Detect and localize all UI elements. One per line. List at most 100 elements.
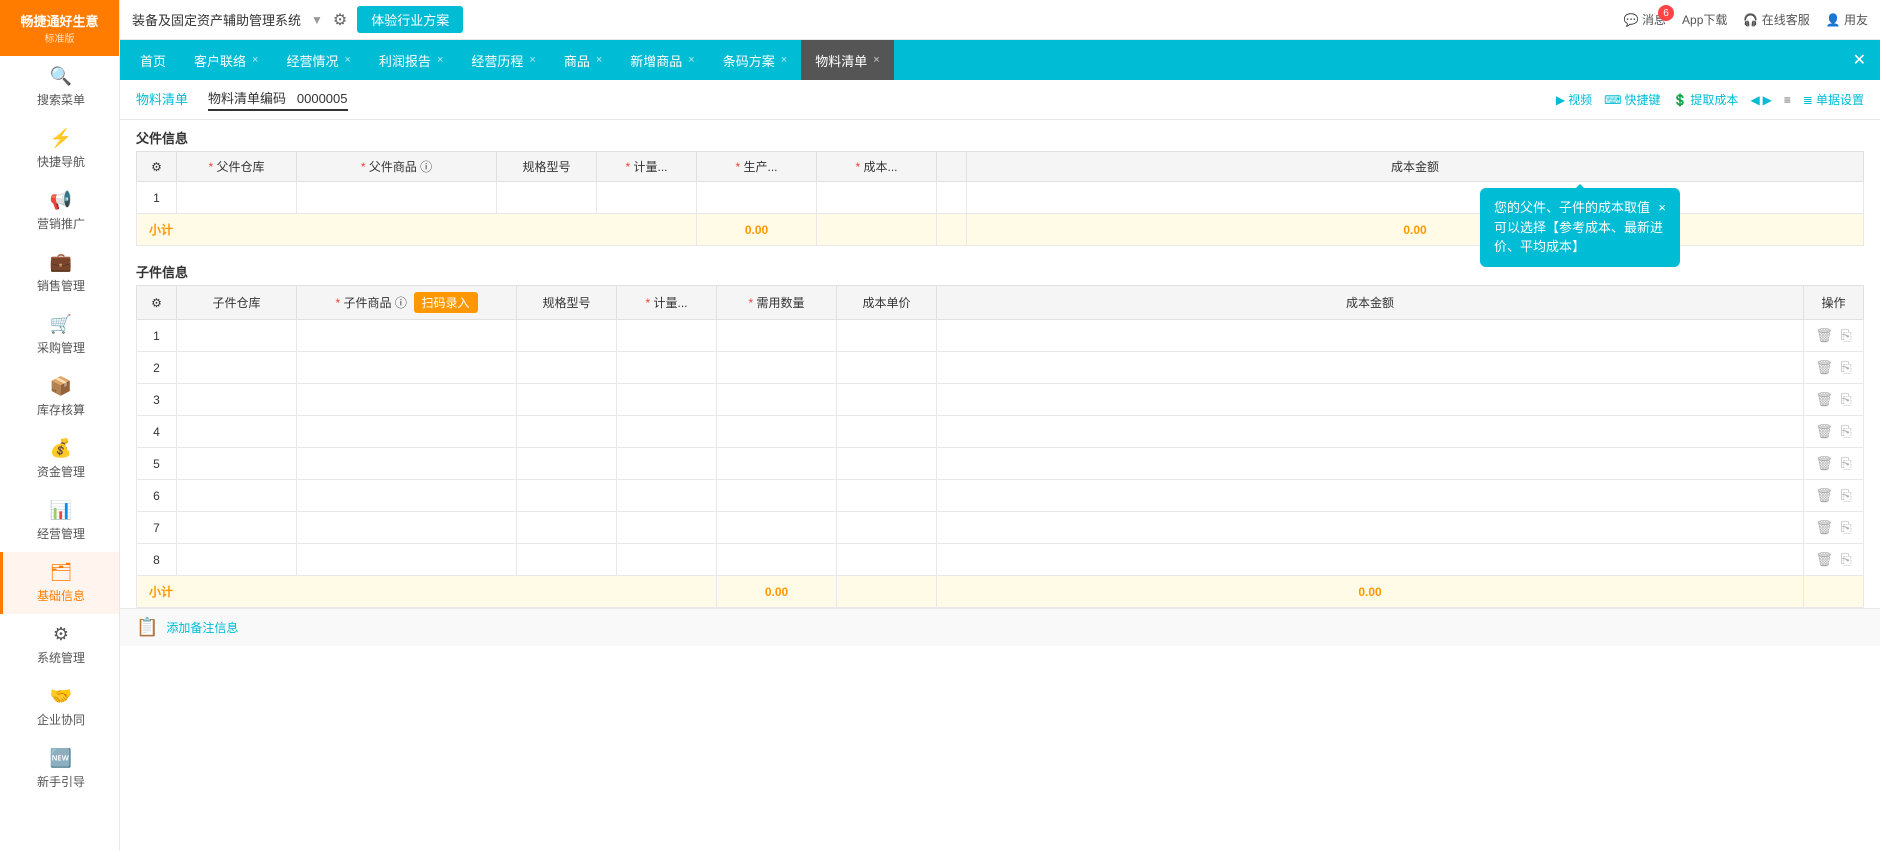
- sidebar-item-sales[interactable]: 💼 销售管理: [0, 242, 119, 304]
- child-row-2-spec[interactable]: [517, 352, 617, 384]
- child-row-3-needed[interactable]: [717, 384, 837, 416]
- child-row-8-needed[interactable]: [717, 544, 837, 576]
- child-row-7-spec[interactable]: [517, 512, 617, 544]
- child-row-7-product[interactable]: [297, 512, 517, 544]
- sidebar-item-marketing[interactable]: 📢 营销推广: [0, 180, 119, 242]
- child-row-7-warehouse[interactable]: [177, 512, 297, 544]
- tab-customer[interactable]: 客户联络 ×: [180, 40, 272, 80]
- child-row-1-cost-price[interactable]: [837, 320, 937, 352]
- child-row-8-warehouse[interactable]: [177, 544, 297, 576]
- parent-row-1-spec[interactable]: [497, 182, 597, 214]
- child-row-4-warehouse[interactable]: [177, 416, 297, 448]
- child-row-2-cost-price[interactable]: [837, 352, 937, 384]
- child-row-8-product[interactable]: [297, 544, 517, 576]
- gear-icon[interactable]: ⚙: [333, 10, 347, 30]
- delete-icon-8[interactable]: 🗑: [1815, 551, 1833, 567]
- child-row-1-warehouse[interactable]: [177, 320, 297, 352]
- child-row-6-cost-price[interactable]: [837, 480, 937, 512]
- child-row-7-cost-price[interactable]: [837, 512, 937, 544]
- shortcut-btn[interactable]: ⌨ 快捷键: [1604, 91, 1660, 108]
- parent-row-1-product[interactable]: [297, 182, 497, 214]
- copy-icon-4[interactable]: ⎘: [1840, 423, 1851, 439]
- grid-view-btn[interactable]: ≡: [1784, 93, 1791, 107]
- dropdown-arrow-icon[interactable]: ▼: [311, 13, 323, 27]
- child-row-5-spec[interactable]: [517, 448, 617, 480]
- child-row-1-spec[interactable]: [517, 320, 617, 352]
- sidebar-item-inventory[interactable]: 📦 库存核算: [0, 366, 119, 428]
- child-row-2-needed[interactable]: [717, 352, 837, 384]
- parent-row-1-warehouse[interactable]: [177, 182, 297, 214]
- tab-home[interactable]: 首页: [126, 40, 180, 80]
- sidebar-item-quicknav[interactable]: ⚡ 快捷导航: [0, 118, 119, 180]
- child-row-7-needed[interactable]: [717, 512, 837, 544]
- tab-bom[interactable]: 物料清单 ×: [801, 40, 893, 80]
- child-row-1-needed[interactable]: [717, 320, 837, 352]
- child-row-5-needed[interactable]: [717, 448, 837, 480]
- child-row-8-cost-price[interactable]: [837, 544, 937, 576]
- tab-profit-close[interactable]: ×: [437, 54, 443, 66]
- child-row-3-warehouse[interactable]: [177, 384, 297, 416]
- parent-row-1-cost[interactable]: [817, 182, 937, 214]
- child-row-2-warehouse[interactable]: [177, 352, 297, 384]
- child-row-6-product[interactable]: [297, 480, 517, 512]
- child-row-1-unit[interactable]: [617, 320, 717, 352]
- trial-btn[interactable]: 体验行业方案: [357, 6, 463, 33]
- tab-customer-close[interactable]: ×: [252, 54, 258, 66]
- tab-operation[interactable]: 经营情况 ×: [272, 40, 364, 80]
- sidebar-item-business[interactable]: 📊 经营管理: [0, 490, 119, 552]
- scan-btn[interactable]: 扫码录入: [414, 292, 478, 313]
- child-row-5-product[interactable]: [297, 448, 517, 480]
- child-row-5-unit[interactable]: [617, 448, 717, 480]
- child-row-3-spec[interactable]: [517, 384, 617, 416]
- child-row-4-needed[interactable]: [717, 416, 837, 448]
- child-row-2-product[interactable]: [297, 352, 517, 384]
- settings-btn[interactable]: ◀▶: [1750, 93, 1771, 107]
- child-row-7-unit[interactable]: [617, 512, 717, 544]
- copy-icon-6[interactable]: ⎘: [1840, 487, 1851, 503]
- copy-icon-7[interactable]: ⎘: [1840, 519, 1851, 535]
- child-row-3-cost-price[interactable]: [837, 384, 937, 416]
- child-row-1-product[interactable]: [297, 320, 517, 352]
- child-row-6-warehouse[interactable]: [177, 480, 297, 512]
- app-download-link[interactable]: App下载: [1682, 11, 1727, 28]
- tab-goods[interactable]: 商品 ×: [550, 40, 616, 80]
- sidebar-item-corp[interactable]: 🤝 企业协同: [0, 676, 119, 738]
- tab-operation-close[interactable]: ×: [344, 54, 350, 66]
- child-row-4-spec[interactable]: [517, 416, 617, 448]
- child-row-5-warehouse[interactable]: [177, 448, 297, 480]
- tab-bom-close[interactable]: ×: [873, 54, 879, 66]
- sidebar-item-basic[interactable]: 🗂 基础信息: [0, 552, 119, 614]
- copy-icon-8[interactable]: ⎘: [1840, 551, 1851, 567]
- child-row-4-cost-price[interactable]: [837, 416, 937, 448]
- child-row-3-unit[interactable]: [617, 384, 717, 416]
- tab-barcode-close[interactable]: ×: [781, 54, 787, 66]
- child-row-8-spec[interactable]: [517, 544, 617, 576]
- tooltip-close-btn[interactable]: ×: [1658, 198, 1666, 218]
- parent-row-1-production[interactable]: [697, 182, 817, 214]
- delete-icon-4[interactable]: 🗑: [1815, 423, 1833, 439]
- tab-history[interactable]: 经营历程 ×: [457, 40, 549, 80]
- child-row-3-product[interactable]: [297, 384, 517, 416]
- add-note-label[interactable]: 添加备注信息: [166, 619, 238, 636]
- video-btn[interactable]: ▶ 视频: [1556, 91, 1592, 108]
- nav-close-icon[interactable]: ✕: [1845, 50, 1874, 70]
- child-row-8-unit[interactable]: [617, 544, 717, 576]
- sidebar-item-search[interactable]: 🔍 搜索菜单: [0, 56, 119, 118]
- delete-icon-1[interactable]: 🗑: [1815, 327, 1833, 343]
- parent-row-1-unit[interactable]: [597, 182, 697, 214]
- user-menu[interactable]: 👤 用友: [1826, 11, 1868, 28]
- copy-icon-3[interactable]: ⎘: [1840, 391, 1851, 407]
- child-row-6-spec[interactable]: [517, 480, 617, 512]
- delete-icon-7[interactable]: 🗑: [1815, 519, 1833, 535]
- delete-icon-3[interactable]: 🗑: [1815, 391, 1833, 407]
- parent-col-settings[interactable]: ⚙: [137, 152, 177, 182]
- delete-icon-2[interactable]: 🗑: [1815, 359, 1833, 375]
- copy-icon-5[interactable]: ⎘: [1840, 455, 1851, 471]
- delete-icon-6[interactable]: 🗑: [1815, 487, 1833, 503]
- doc-settings-btn[interactable]: ≣ 单据设置: [1803, 91, 1864, 108]
- tab-new-goods-close[interactable]: ×: [688, 54, 694, 66]
- sidebar-item-guide[interactable]: 🆕 新手引导: [0, 738, 119, 800]
- sidebar-item-system[interactable]: ⚙ 系统管理: [0, 614, 119, 676]
- child-row-2-unit[interactable]: [617, 352, 717, 384]
- message-badge[interactable]: 💬 消息 6: [1624, 11, 1666, 28]
